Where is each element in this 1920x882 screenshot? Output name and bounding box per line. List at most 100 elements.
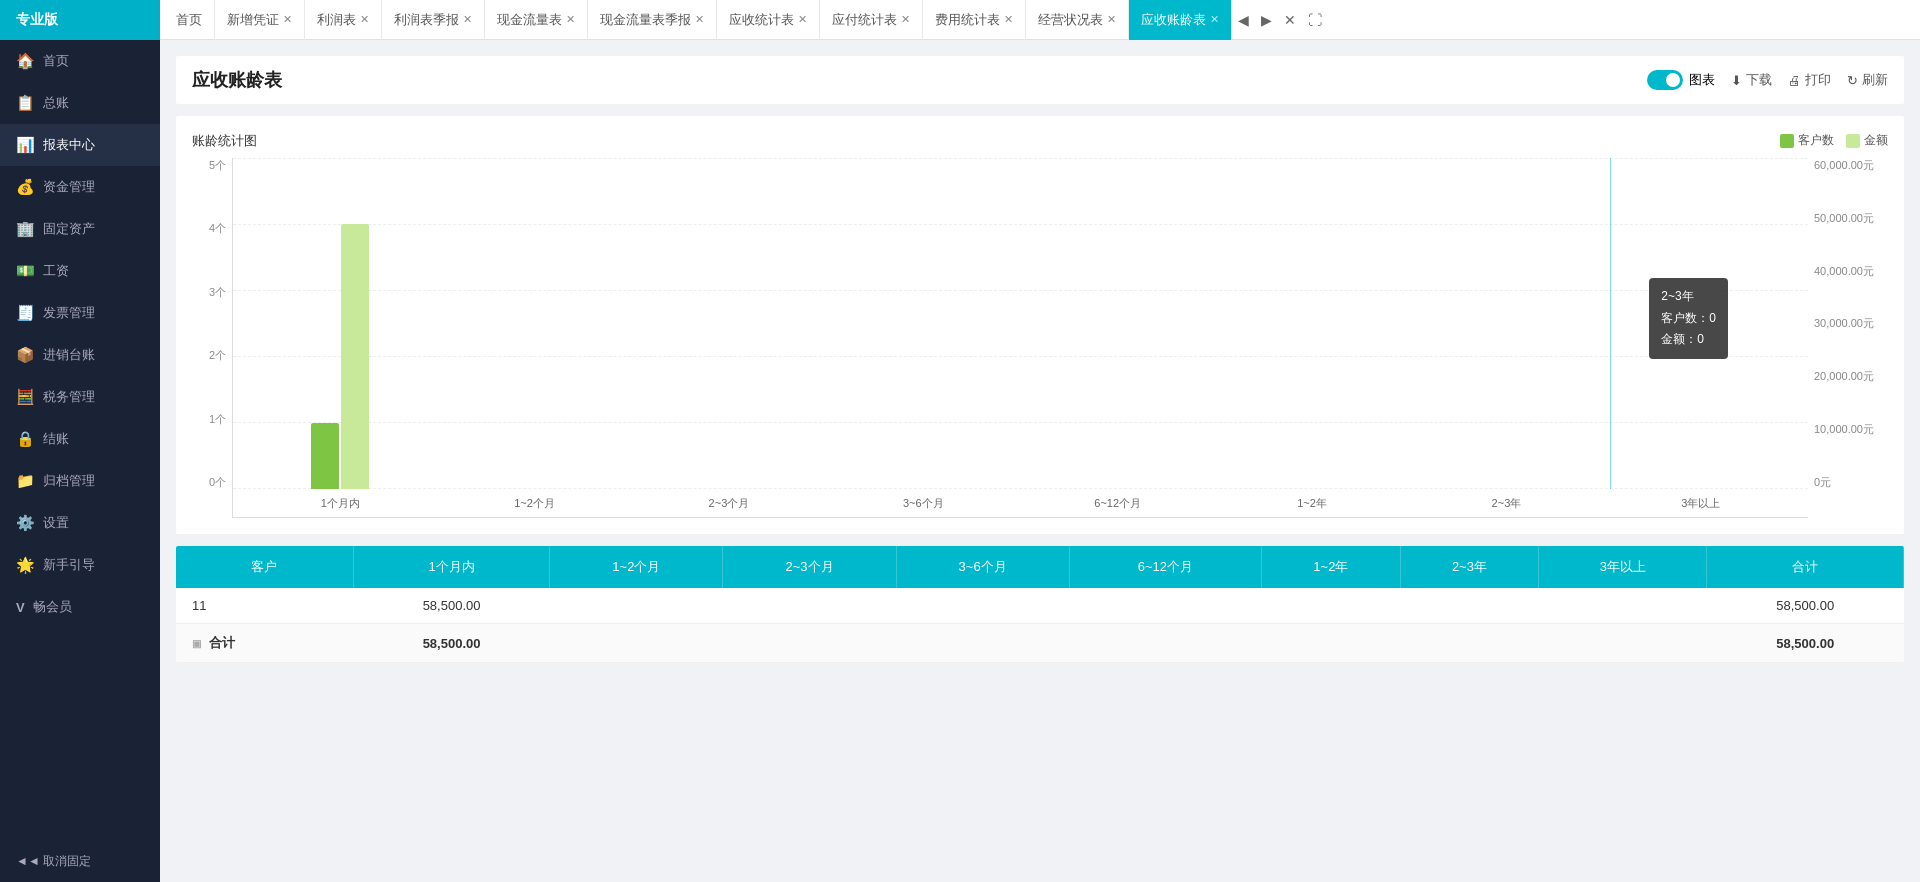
sidebar-item-report[interactable]: 📊 报表中心	[0, 124, 160, 166]
table-row: 11 58,500.00 58,500.00	[176, 588, 1904, 624]
sidebar-item-closing[interactable]: 🔒 结账	[0, 418, 160, 460]
main-area: 首页 新增凭证 ✕ 利润表 ✕ 利润表季报 ✕ 现金流量表 ✕ 现金流量表季报 …	[160, 0, 1920, 882]
cell-y2-3	[1400, 588, 1539, 624]
hover-line	[1610, 158, 1611, 489]
sidebar-item-settings[interactable]: ⚙️ 设置	[0, 502, 160, 544]
asset-icon: 🏢	[16, 220, 35, 238]
total-m3-6	[896, 624, 1069, 663]
col-m2-3: 2~3个月	[723, 546, 896, 588]
tab-next-button[interactable]: ▶	[1255, 0, 1278, 40]
close-icon[interactable]: ✕	[901, 13, 910, 26]
tab-cashflow-quarter[interactable]: 现金流量表季报 ✕	[588, 0, 717, 40]
tab-prev-button[interactable]: ◀	[1232, 0, 1255, 40]
tab-expense-stat[interactable]: 费用统计表 ✕	[923, 0, 1026, 40]
close-icon[interactable]: ✕	[798, 13, 807, 26]
bar-light-m1	[341, 224, 369, 489]
close-icon[interactable]: ✕	[463, 13, 472, 26]
print-icon: 🖨	[1788, 73, 1801, 88]
chart-toggle[interactable]: 图表	[1647, 70, 1715, 90]
sidebar-item-tax[interactable]: 🧮 税务管理	[0, 376, 160, 418]
col-m1-2: 1~2个月	[550, 546, 723, 588]
close-icon[interactable]: ✕	[1004, 13, 1013, 26]
tab-fullscreen-button[interactable]: ⛶	[1302, 0, 1328, 40]
col-y3plus: 3年以上	[1539, 546, 1707, 588]
close-icon[interactable]: ✕	[1210, 13, 1219, 26]
tab-profit[interactable]: 利润表 ✕	[305, 0, 382, 40]
tab-aging[interactable]: 应收账龄表 ✕	[1129, 0, 1232, 40]
x-labels: 1个月内 1~2个月 2~3个月 3~6个月 6~12个月 1~2年 2~3年 …	[233, 489, 1808, 517]
sidebar-item-guide[interactable]: 🌟 新手引导	[0, 544, 160, 586]
bar-group-y2-3	[1409, 158, 1603, 489]
cell-m6-12	[1069, 588, 1261, 624]
chart-inner: 1个月内 1~2个月 2~3个月 3~6个月 6~12个月 1~2年 2~3年 …	[232, 158, 1808, 518]
capital-icon: 💰	[16, 178, 35, 196]
sidebar-item-home[interactable]: 🏠 首页	[0, 40, 160, 82]
report-icon: 📊	[16, 136, 35, 154]
tab-home[interactable]: 首页	[164, 0, 215, 40]
sidebar-item-purchase[interactable]: 📦 进销台账	[0, 334, 160, 376]
x-label-m6-12: 6~12个月	[1021, 496, 1215, 511]
settings-icon: ⚙️	[16, 514, 35, 532]
x-label-m1-2: 1~2个月	[437, 496, 631, 511]
toggle-thumb	[1666, 73, 1680, 87]
col-m1: 1个月内	[353, 546, 550, 588]
sidebar-item-asset[interactable]: 🏢 固定资产	[0, 208, 160, 250]
download-button[interactable]: ⬇ 下载	[1731, 71, 1772, 89]
chart-title: 账龄统计图	[192, 132, 1888, 150]
sidebar-item-capital[interactable]: 💰 资金管理	[0, 166, 160, 208]
tab-receivable-stat[interactable]: 应收统计表 ✕	[717, 0, 820, 40]
guide-icon: 🌟	[16, 556, 35, 574]
bar-group-m2-3	[632, 158, 826, 489]
tab-voucher[interactable]: 新增凭证 ✕	[215, 0, 305, 40]
x-label-m2-3: 2~3个月	[632, 496, 826, 511]
page-content: 应收账龄表 图表 ⬇ 下载 🖨 打印 ↻ 刷新	[160, 40, 1920, 882]
tab-close-all-button[interactable]: ✕	[1278, 0, 1302, 40]
legend-customer: 客户数	[1780, 132, 1834, 149]
close-icon[interactable]: ✕	[1107, 13, 1116, 26]
total-y2-3	[1400, 624, 1539, 663]
salary-icon: 💵	[16, 262, 35, 280]
legend-light-dot	[1846, 134, 1860, 148]
total-icon: ▣	[192, 638, 201, 649]
cell-total: 58,500.00	[1707, 588, 1904, 624]
table-header-row: 客户 1个月内 1~2个月 2~3个月 3~6个月 6~12个月 1~2年 2~…	[176, 546, 1904, 588]
x-label-m1: 1个月内	[243, 496, 437, 511]
invoice-icon: 🧾	[16, 304, 35, 322]
close-icon[interactable]: ✕	[695, 13, 704, 26]
toggle-track[interactable]	[1647, 70, 1683, 90]
sidebar-item-archive[interactable]: 📁 归档管理	[0, 460, 160, 502]
sidebar-item-invoice[interactable]: 🧾 发票管理	[0, 292, 160, 334]
archive-icon: 📁	[16, 472, 35, 490]
tab-profit-quarter[interactable]: 利润表季报 ✕	[382, 0, 485, 40]
x-label-y2-3: 2~3年	[1409, 496, 1603, 511]
chart-area: 5个 4个 3个 2个 1个 0个	[192, 158, 1888, 518]
sidebar-item-salary[interactable]: 💵 工资	[0, 250, 160, 292]
sidebar-collapse-button[interactable]: ◄◄ 取消固定	[0, 841, 160, 882]
tab-cashflow[interactable]: 现金流量表 ✕	[485, 0, 588, 40]
close-icon[interactable]: ✕	[283, 13, 292, 26]
tab-payable-stat[interactable]: 应付统计表 ✕	[820, 0, 923, 40]
close-icon[interactable]: ✕	[566, 13, 575, 26]
total-row: ▣ 合计 58,500.00 58,500.00	[176, 624, 1904, 663]
total-y3plus	[1539, 624, 1707, 663]
legend-amount: 金额	[1846, 132, 1888, 149]
col-m6-12: 6~12个月	[1069, 546, 1261, 588]
sidebar-item-ledger[interactable]: 📋 总账	[0, 82, 160, 124]
ledger-icon: 📋	[16, 94, 35, 112]
page-title: 应收账龄表	[192, 68, 282, 92]
toggle-label: 图表	[1689, 71, 1715, 89]
bar-group-m6-12	[1021, 158, 1215, 489]
cell-customer: 11	[176, 588, 353, 624]
print-button[interactable]: 🖨 打印	[1788, 71, 1831, 89]
x-label-m3-6: 3~6个月	[826, 496, 1020, 511]
close-icon[interactable]: ✕	[360, 13, 369, 26]
data-table: 客户 1个月内 1~2个月 2~3个月 3~6个月 6~12个月 1~2年 2~…	[176, 546, 1904, 663]
refresh-button[interactable]: ↻ 刷新	[1847, 71, 1888, 89]
tab-operation-stat[interactable]: 经营状况表 ✕	[1026, 0, 1129, 40]
y-axis-left: 5个 4个 3个 2个 1个 0个	[192, 158, 232, 518]
chart-section: 账龄统计图 客户数 金额 5个 4个 3个 2个 1个	[176, 116, 1904, 534]
sidebar-item-member[interactable]: V 畅会员	[0, 586, 160, 628]
cell-y3plus	[1539, 588, 1707, 624]
col-total: 合计	[1707, 546, 1904, 588]
tax-icon: 🧮	[16, 388, 35, 406]
